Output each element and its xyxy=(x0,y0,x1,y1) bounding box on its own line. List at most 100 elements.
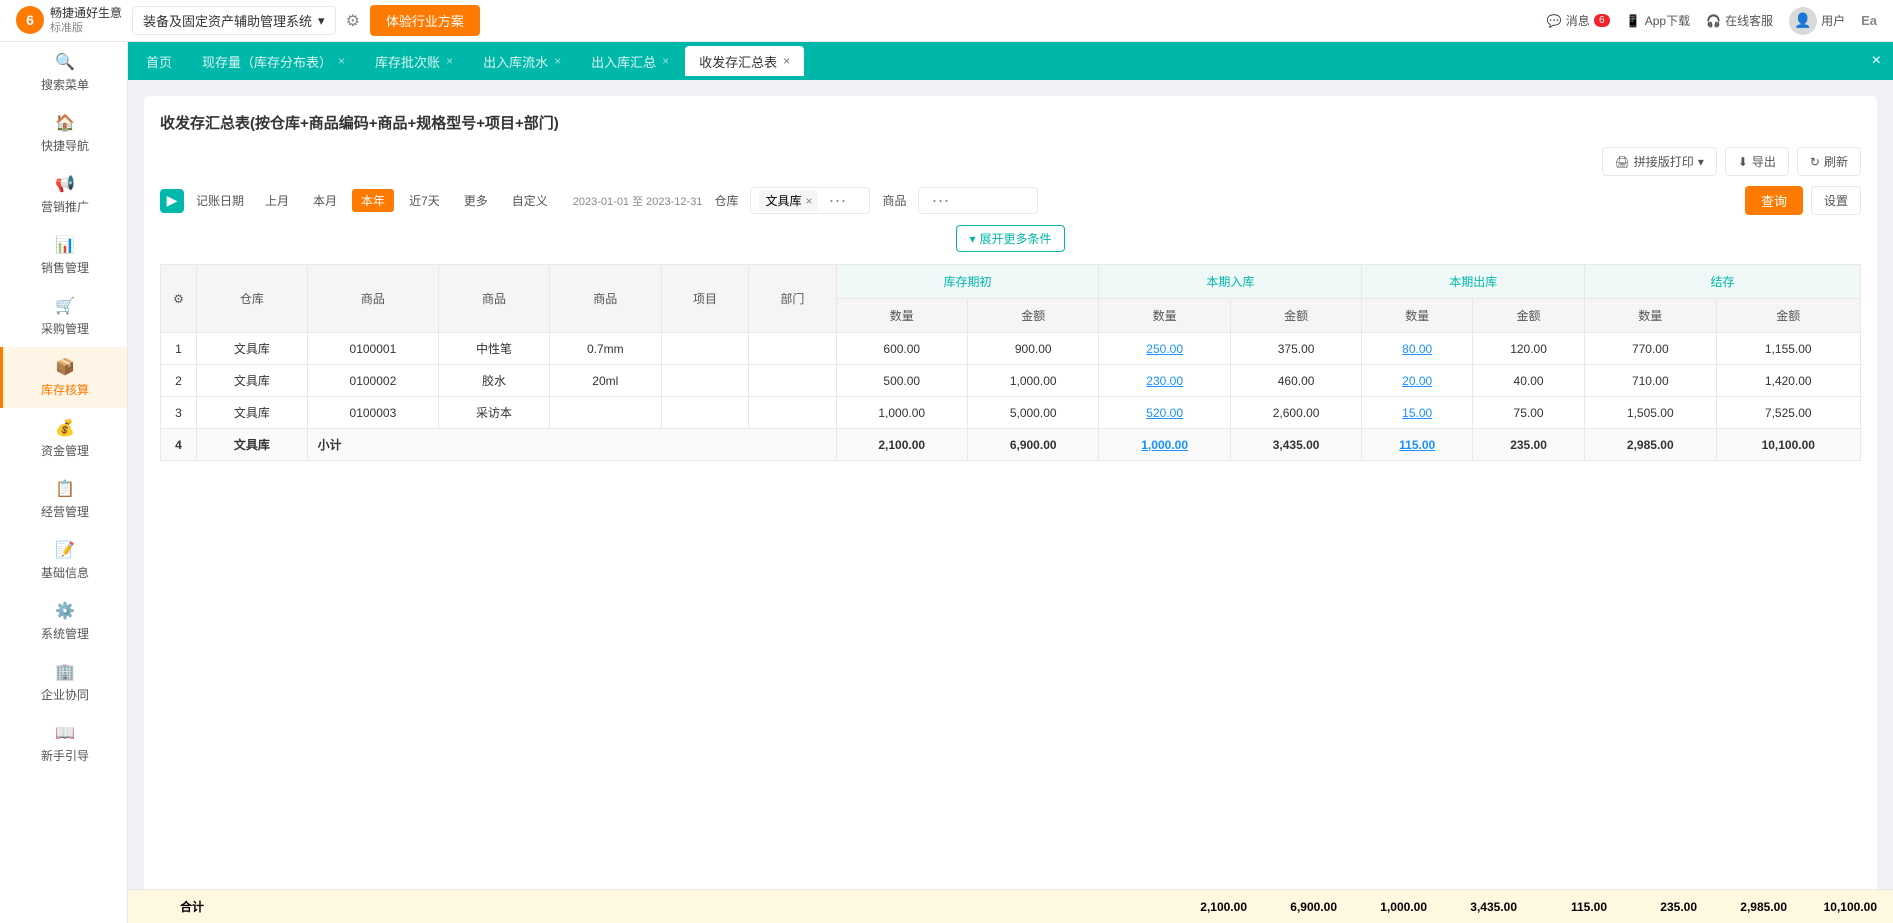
settings-button[interactable]: 设置 xyxy=(1811,186,1861,215)
sub-out-qty[interactable]: 115.00 xyxy=(1362,429,1473,461)
th-in-qty: 数量 xyxy=(1099,299,1230,333)
settings-icon[interactable]: ⚙ xyxy=(346,11,360,31)
tab-bar-close[interactable]: × xyxy=(1864,48,1889,74)
last-period-btn[interactable]: 上月 xyxy=(256,189,298,212)
cell-project xyxy=(661,333,748,365)
cell-open-amt: 5,000.00 xyxy=(967,397,1098,429)
th-out-qty: 数量 xyxy=(1362,299,1473,333)
goods-more-btn[interactable]: ··· xyxy=(927,190,953,211)
message-action[interactable]: 💬 消息 6 xyxy=(1547,12,1610,29)
current-period-btn[interactable]: 本月 xyxy=(304,189,346,212)
refresh-button[interactable]: ↻ 刷新 xyxy=(1797,147,1861,176)
tab-inout-flow[interactable]: 出入库流水 × xyxy=(469,46,575,76)
tab-batch-ledger[interactable]: 库存批次账 × xyxy=(361,46,467,76)
th-settings[interactable]: ⚙ xyxy=(161,265,197,333)
cell-close-amt: 7,525.00 xyxy=(1716,397,1860,429)
refresh-icon: ↻ xyxy=(1810,155,1820,169)
top-actions: 🖨 拼接版打印 ▾ ⬇ 导出 ↻ 刷新 xyxy=(160,147,1861,176)
footer-out-amt: 235.00 xyxy=(1607,900,1697,914)
app-download-action[interactable]: 📱 App下载 xyxy=(1626,12,1690,29)
tab-close-inout-flow[interactable]: × xyxy=(554,54,561,68)
sub-label: 小计 xyxy=(307,429,836,461)
table-row: 3 文具库 0100003 采访本 1,000.00 5,000.00 520.… xyxy=(161,397,1861,429)
th-open-amt: 金额 xyxy=(967,299,1098,333)
sidebar-item-quick-nav[interactable]: 🏠 快捷导航 xyxy=(0,103,127,164)
query-button[interactable]: 查询 xyxy=(1745,186,1803,215)
sidebar-item-system[interactable]: ⚙️ 系统管理 xyxy=(0,591,127,652)
cell-close-qty: 1,505.00 xyxy=(1585,397,1716,429)
sub-in-amt: 3,435.00 xyxy=(1230,429,1361,461)
export-button[interactable]: ⬇ 导出 xyxy=(1725,147,1789,176)
custom-date-btn[interactable]: 自定义 xyxy=(503,189,557,212)
online-service-action[interactable]: 🎧 在线客服 xyxy=(1706,12,1773,29)
filter-toggle-btn[interactable]: ▶ xyxy=(160,189,184,213)
cell-dept xyxy=(749,365,836,397)
warehouse-tag-close[interactable]: × xyxy=(805,194,812,208)
sub-close-qty: 2,985.00 xyxy=(1585,429,1716,461)
cell-close-amt: 1,420.00 xyxy=(1716,365,1860,397)
footer-total-row: 合计 2,100.00 6,900.00 1,000.00 3,435.00 1… xyxy=(128,889,1893,923)
sidebar-item-guide[interactable]: 📖 新手引导 xyxy=(0,713,127,774)
sidebar-item-finance[interactable]: 💰 资金管理 xyxy=(0,408,127,469)
chevron-down-icon: ▾ xyxy=(318,13,325,29)
cell-warehouse: 文具库 xyxy=(197,365,308,397)
cell-in-qty[interactable]: 250.00 xyxy=(1099,333,1230,365)
expand-conditions-btn[interactable]: ▾ 展开更多条件 xyxy=(956,225,1064,252)
footer-open-amt: 6,900.00 xyxy=(1247,900,1337,914)
th-closing-group: 结存 xyxy=(1585,265,1861,299)
system-selector[interactable]: 装备及固定资产辅助管理系统 ▾ xyxy=(132,6,336,35)
tab-close-recv-send-summary[interactable]: × xyxy=(783,54,790,68)
user-action[interactable]: 👤 用户 xyxy=(1789,7,1845,35)
tab-recv-send-summary[interactable]: 收发存汇总表 × xyxy=(685,46,804,76)
tab-close-stock-dist[interactable]: × xyxy=(338,54,345,68)
sidebar-item-marketing[interactable]: 📢 营销推广 xyxy=(0,164,127,225)
tab-close-batch-ledger[interactable]: × xyxy=(446,54,453,68)
sidebar-item-enterprise[interactable]: 🏢 企业协同 xyxy=(0,652,127,713)
cell-out-amt: 120.00 xyxy=(1473,333,1585,365)
cell-out-qty[interactable]: 15.00 xyxy=(1362,397,1473,429)
cell-goods-name: 中性笔 xyxy=(439,333,550,365)
sidebar-item-operations[interactable]: 📋 经营管理 xyxy=(0,469,127,530)
tab-home[interactable]: 首页 xyxy=(132,46,186,76)
sidebar-item-sales[interactable]: 📊 销售管理 xyxy=(0,225,127,286)
tab-stock-dist[interactable]: 现存量（库存分布表） × xyxy=(188,46,359,76)
trial-button[interactable]: 体验行业方案 xyxy=(370,5,480,36)
cell-goods-spec xyxy=(549,397,661,429)
sub-no: 4 xyxy=(161,429,197,461)
cell-close-amt: 1,155.00 xyxy=(1716,333,1860,365)
cell-no: 1 xyxy=(161,333,197,365)
sub-out-amt: 235.00 xyxy=(1473,429,1585,461)
cell-in-qty[interactable]: 520.00 xyxy=(1099,397,1230,429)
sub-in-qty[interactable]: 1,000.00 xyxy=(1099,429,1230,461)
table-row: 2 文具库 0100002 胶水 20ml 500.00 1,000.00 23… xyxy=(161,365,1861,397)
goods-filter[interactable]: ··· xyxy=(918,187,1038,214)
message-badge: 6 xyxy=(1594,14,1610,27)
expand-icon: ▾ xyxy=(969,232,975,246)
cell-out-amt: 40.00 xyxy=(1473,365,1585,397)
headset-icon: 🎧 xyxy=(1706,14,1721,28)
data-table: ⚙ 仓库 商品 商品 商品 项目 部门 库存期初 本期入库 本期出库 结存 xyxy=(160,264,1861,461)
cell-dept xyxy=(749,397,836,429)
sidebar-item-base-info[interactable]: 📝 基础信息 xyxy=(0,530,127,591)
logo-icon: 6 xyxy=(16,6,44,34)
more-date-btn[interactable]: 更多 xyxy=(455,189,497,212)
tab-close-inout-summary[interactable]: × xyxy=(662,54,669,68)
cell-goods-spec: 20ml xyxy=(549,365,661,397)
message-icon: 💬 xyxy=(1547,14,1562,28)
cell-in-qty[interactable]: 230.00 xyxy=(1099,365,1230,397)
last7days-btn[interactable]: 近7天 xyxy=(400,189,449,212)
cell-out-qty[interactable]: 80.00 xyxy=(1362,333,1473,365)
building-icon: 🏢 xyxy=(55,662,75,682)
current-year-btn[interactable]: 本年 xyxy=(352,189,394,212)
warehouse-filter[interactable]: 文具库 × ··· xyxy=(750,187,870,214)
tab-inout-summary[interactable]: 出入库汇总 × xyxy=(577,46,683,76)
th-goods-code: 商品 xyxy=(307,265,438,333)
sidebar-item-inventory[interactable]: 📦 库存核算 xyxy=(0,347,127,408)
sidebar-item-search[interactable]: 🔍 搜索菜单 xyxy=(0,42,127,103)
warehouse-more-btn[interactable]: ··· xyxy=(824,190,850,211)
th-opening-group: 库存期初 xyxy=(836,265,1099,299)
sub-close-amt: 10,100.00 xyxy=(1716,429,1860,461)
cell-out-qty[interactable]: 20.00 xyxy=(1362,365,1473,397)
sidebar-item-purchase[interactable]: 🛒 采购管理 xyxy=(0,286,127,347)
print-button[interactable]: 🖨 拼接版打印 ▾ xyxy=(1602,147,1717,176)
